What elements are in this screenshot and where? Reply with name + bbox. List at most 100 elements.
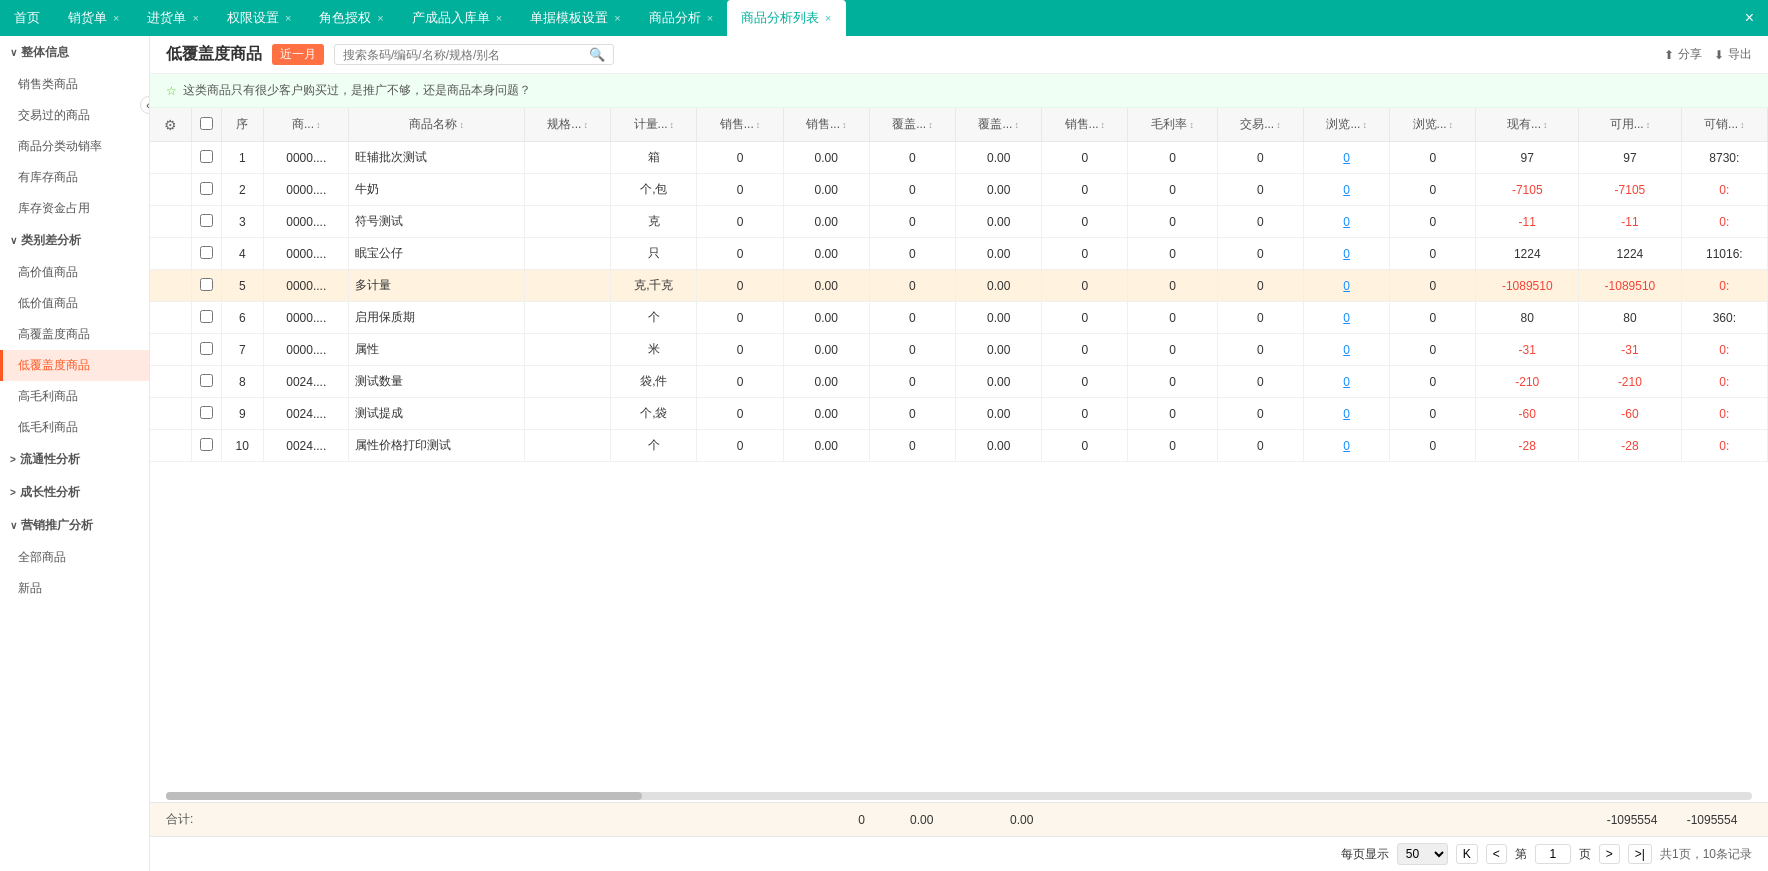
sidebar-item-low-coverage[interactable]: 低覆盖度商品 bbox=[0, 350, 149, 381]
nav-tab-7[interactable]: 商品分析列表 × bbox=[727, 0, 845, 36]
col-current[interactable]: 现有...↕ bbox=[1476, 108, 1579, 142]
sidebar-item-category-rate[interactable]: 商品分类动销率 bbox=[0, 131, 149, 162]
sidebar-section-marketing[interactable]: ∨ 营销推广分析 bbox=[0, 509, 149, 542]
col-gross[interactable]: 毛利率↕ bbox=[1128, 108, 1217, 142]
sidebar-section-circulation[interactable]: > 流通性分析 bbox=[0, 443, 149, 476]
row-name-6: 属性 bbox=[349, 334, 525, 366]
col-checkbox[interactable] bbox=[191, 108, 221, 142]
sidebar-section-category[interactable]: ∨ 类别差分析 bbox=[0, 224, 149, 257]
col-sellable[interactable]: 可销...↕ bbox=[1681, 108, 1767, 142]
sidebar-item-high-value[interactable]: 高价值商品 bbox=[0, 257, 149, 288]
search-input[interactable] bbox=[343, 48, 589, 62]
col-sales-qty[interactable]: 销售...↕ bbox=[697, 108, 783, 142]
col-code[interactable]: 商...↕ bbox=[264, 108, 349, 142]
sidebar-section-overall[interactable]: ∨ 整体信息 bbox=[0, 36, 149, 69]
col-sales-amt[interactable]: 销售...↕ bbox=[783, 108, 869, 142]
col-spec[interactable]: 规格...↕ bbox=[525, 108, 611, 142]
sidebar-item-sales-goods[interactable]: 销售类商品 bbox=[0, 69, 149, 100]
row-browse1-0[interactable]: 0 bbox=[1304, 142, 1390, 174]
sidebar-item-low-profit[interactable]: 低毛利商品 bbox=[0, 412, 149, 443]
close-tab-1-icon[interactable]: × bbox=[192, 0, 198, 36]
sidebar-item-new-goods[interactable]: 新品 bbox=[0, 573, 149, 604]
sidebar-item-low-value[interactable]: 低价值商品 bbox=[0, 288, 149, 319]
nav-tab-4[interactable]: 产成品入库单 × bbox=[398, 0, 516, 36]
close-tab-0-icon[interactable]: × bbox=[113, 0, 119, 36]
row-checkbox-1[interactable] bbox=[191, 174, 221, 206]
col-name[interactable]: 商品名称↕ bbox=[349, 108, 525, 142]
nav-tab-0[interactable]: 销货单 × bbox=[54, 0, 133, 36]
close-tab-7-icon[interactable]: × bbox=[825, 0, 831, 36]
row-checkbox-4[interactable] bbox=[191, 270, 221, 302]
close-tab-6-icon[interactable]: × bbox=[707, 0, 713, 36]
col-unit[interactable]: 计量...↕ bbox=[611, 108, 697, 142]
nav-tab-3[interactable]: 角色授权 × bbox=[305, 0, 397, 36]
row-checkbox-3[interactable] bbox=[191, 238, 221, 270]
nav-tab-5[interactable]: 单据模板设置 × bbox=[516, 0, 634, 36]
row-browse1-3[interactable]: 0 bbox=[1304, 238, 1390, 270]
col-browse1[interactable]: 浏览...↕ bbox=[1304, 108, 1390, 142]
nav-tab-6[interactable]: 商品分析 × bbox=[635, 0, 727, 36]
search-box[interactable]: 🔍 bbox=[334, 44, 614, 65]
row-avail-0: 97 bbox=[1579, 142, 1682, 174]
col-settings[interactable]: ⚙ bbox=[150, 108, 191, 142]
sidebar-item-high-coverage[interactable]: 高覆盖度商品 bbox=[0, 319, 149, 350]
row-checkbox-2[interactable] bbox=[191, 206, 221, 238]
close-app-button[interactable]: × bbox=[1731, 9, 1768, 27]
row-checkbox-9[interactable] bbox=[191, 430, 221, 462]
row-browse1-5[interactable]: 0 bbox=[1304, 302, 1390, 334]
row-browse1-1[interactable]: 0 bbox=[1304, 174, 1390, 206]
col-avail[interactable]: 可用...↕ bbox=[1579, 108, 1682, 142]
export-button[interactable]: ⬇ 导出 bbox=[1714, 46, 1752, 63]
scrollbar-thumb[interactable] bbox=[166, 792, 642, 800]
sidebar-item-stock-capital[interactable]: 库存资金占用 bbox=[0, 193, 149, 224]
row-unit-9: 个 bbox=[611, 430, 697, 462]
row-browse1-9[interactable]: 0 bbox=[1304, 430, 1390, 462]
row-name-3: 眠宝公仔 bbox=[349, 238, 525, 270]
col-browse2[interactable]: 浏览...↕ bbox=[1390, 108, 1476, 142]
page-number-input[interactable] bbox=[1535, 844, 1571, 864]
sidebar-item-high-profit[interactable]: 高毛利商品 bbox=[0, 381, 149, 412]
sidebar-item-stocked-goods[interactable]: 有库存商品 bbox=[0, 162, 149, 193]
table-row: 7 0000.... 属性 米 0 0.00 0 0.00 0 0 0 0 0 … bbox=[150, 334, 1768, 366]
close-tab-2-icon[interactable]: × bbox=[285, 0, 291, 36]
col-trade[interactable]: 交易...↕ bbox=[1217, 108, 1303, 142]
sidebar-section-growth[interactable]: > 成长性分析 bbox=[0, 476, 149, 509]
nav-tab-1[interactable]: 进货单 × bbox=[133, 0, 212, 36]
settings-icon[interactable]: ⚙ bbox=[164, 117, 177, 133]
row-checkbox-7[interactable] bbox=[191, 366, 221, 398]
prev-page-button[interactable]: < bbox=[1486, 844, 1507, 864]
time-filter-button[interactable]: 近一月 bbox=[272, 44, 324, 65]
col-cover-amt[interactable]: 覆盖...↕ bbox=[956, 108, 1042, 142]
alert-icon: ☆ bbox=[166, 84, 177, 98]
last-page-button[interactable]: >| bbox=[1628, 844, 1652, 864]
close-tab-5-icon[interactable]: × bbox=[614, 0, 620, 36]
row-browse1-4[interactable]: 0 bbox=[1304, 270, 1390, 302]
horizontal-scrollbar[interactable] bbox=[166, 792, 1752, 800]
select-all-checkbox[interactable] bbox=[200, 117, 213, 130]
row-browse1-2[interactable]: 0 bbox=[1304, 206, 1390, 238]
sidebar-item-traded-goods[interactable]: 交易过的商品 bbox=[0, 100, 149, 131]
row-checkbox-8[interactable] bbox=[191, 398, 221, 430]
page-label: 第 bbox=[1515, 846, 1527, 863]
next-page-button[interactable]: > bbox=[1599, 844, 1620, 864]
row-sellable-6: 0: bbox=[1681, 334, 1767, 366]
page-size-select[interactable]: 50 10 20 100 bbox=[1397, 843, 1448, 865]
nav-tab-2[interactable]: 权限设置 × bbox=[213, 0, 305, 36]
data-table: ⚙ 序 商...↕ 商品名称↕ 规格...↕ 计量...↕ 销售...↕ 销售.… bbox=[150, 108, 1768, 462]
col-cover-qty[interactable]: 覆盖...↕ bbox=[869, 108, 955, 142]
row-browse1-8[interactable]: 0 bbox=[1304, 398, 1390, 430]
row-checkbox-5[interactable] bbox=[191, 302, 221, 334]
data-table-container[interactable]: ⚙ 序 商...↕ 商品名称↕ 规格...↕ 计量...↕ 销售...↕ 销售.… bbox=[150, 108, 1768, 790]
first-page-button[interactable]: K bbox=[1456, 844, 1478, 864]
share-button[interactable]: ⬆ 分享 bbox=[1664, 46, 1702, 63]
sidebar-item-all-goods[interactable]: 全部商品 bbox=[0, 542, 149, 573]
row-checkbox-6[interactable] bbox=[191, 334, 221, 366]
col-sell-qty2[interactable]: 销售...↕ bbox=[1042, 108, 1128, 142]
nav-home[interactable]: 首页 bbox=[0, 0, 54, 36]
row-name-5: 启用保质期 bbox=[349, 302, 525, 334]
close-tab-3-icon[interactable]: × bbox=[377, 0, 383, 36]
row-browse1-7[interactable]: 0 bbox=[1304, 366, 1390, 398]
row-checkbox-0[interactable] bbox=[191, 142, 221, 174]
row-browse1-6[interactable]: 0 bbox=[1304, 334, 1390, 366]
close-tab-4-icon[interactable]: × bbox=[496, 0, 502, 36]
